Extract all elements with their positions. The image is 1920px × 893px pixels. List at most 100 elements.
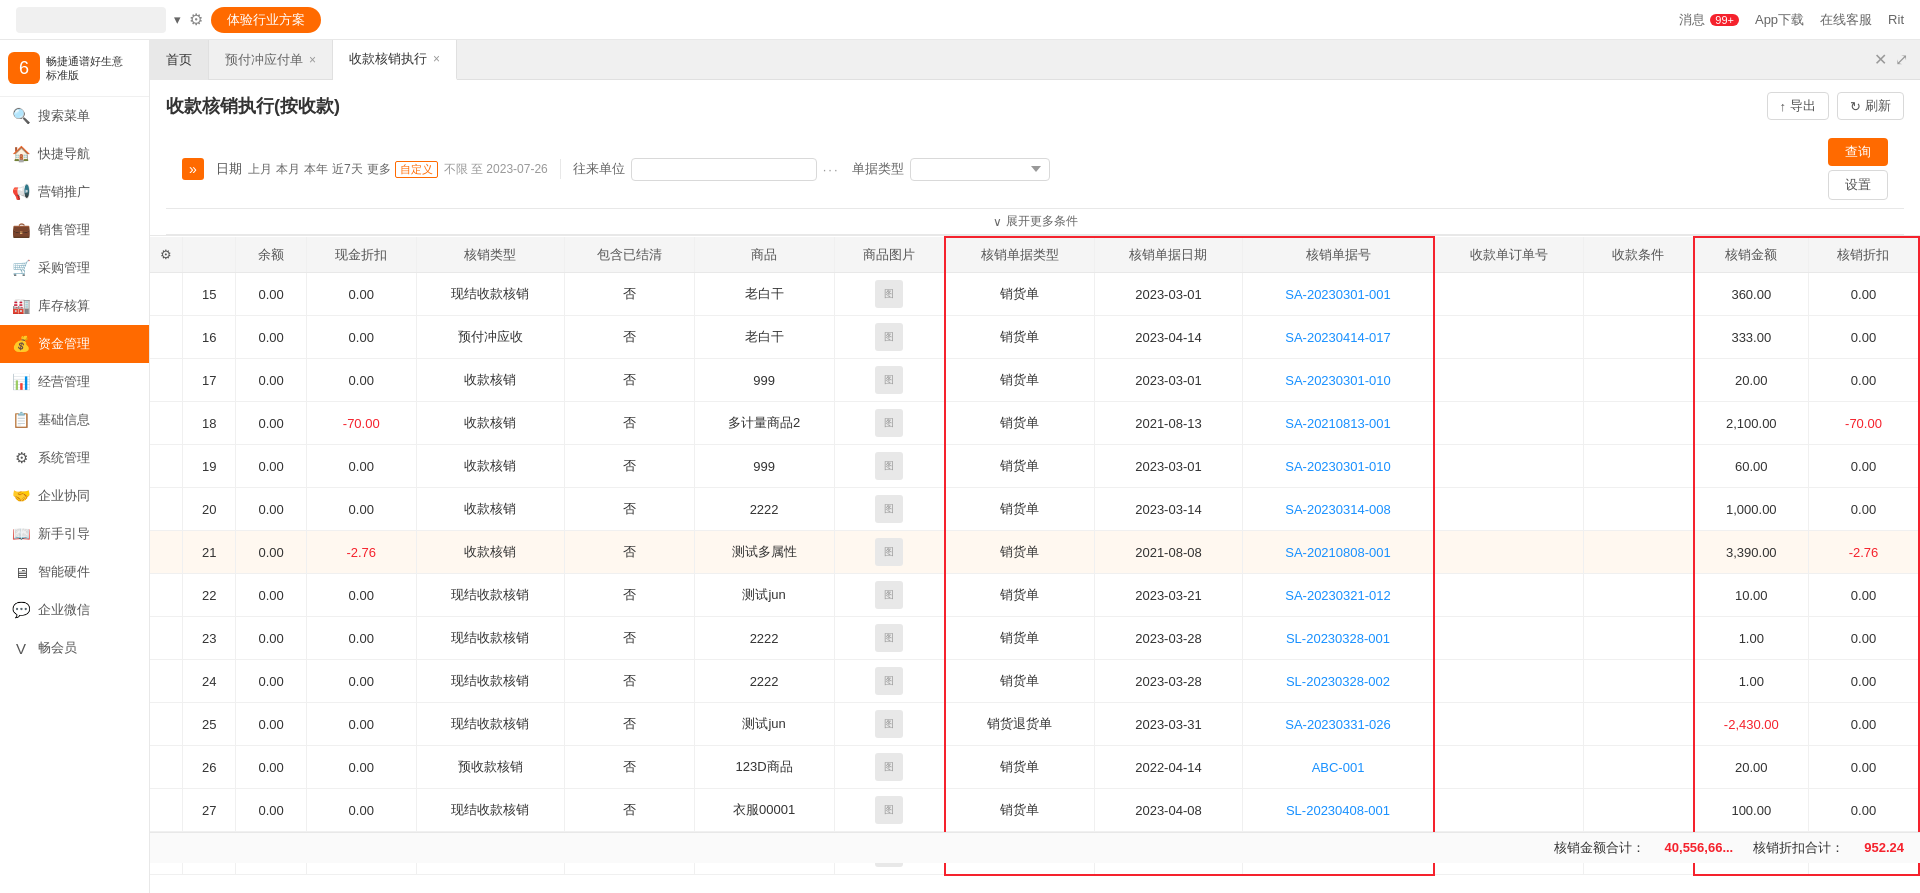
refresh-btn[interactable]: ↻ 刷新: [1837, 92, 1904, 120]
cell-writeoff-type: 现结收款核销: [416, 789, 565, 832]
gear-btn[interactable]: ⚙: [189, 10, 203, 29]
writeoff-no-link[interactable]: SA-20230331-026: [1285, 717, 1391, 732]
date-this-month[interactable]: 本月: [276, 161, 300, 178]
date-7days[interactable]: 近7天: [332, 161, 363, 178]
writeoff-no-link[interactable]: SA-20230301-001: [1285, 287, 1391, 302]
tab-label-prepaid: 预付冲应付单: [225, 51, 303, 69]
cell-seq: 21: [183, 531, 236, 574]
query-btn[interactable]: 查询: [1828, 138, 1888, 166]
sidebar-item-smart-hardware[interactable]: 🖥 智能硬件: [0, 553, 149, 591]
cell-receipt-order-no: [1434, 660, 1584, 703]
date-more[interactable]: 更多: [367, 161, 391, 178]
sidebar-item-search[interactable]: 🔍 搜索菜单: [0, 97, 149, 135]
tab-close-receipt-writeoff[interactable]: ×: [433, 52, 440, 66]
sidebar-item-member[interactable]: V 畅会员: [0, 629, 149, 667]
expand-more-btn[interactable]: ∨ 展开更多条件: [993, 213, 1078, 230]
cell-writeoff-discount: 0.00: [1808, 703, 1919, 746]
writeoff-no-link[interactable]: SA-20230321-012: [1285, 588, 1391, 603]
cell-writeoff-date: 2023-03-01: [1094, 359, 1243, 402]
export-btn[interactable]: ↑ 导出: [1767, 92, 1830, 120]
writeoff-no-link[interactable]: SL-20230408-001: [1286, 803, 1390, 818]
tab-receipt-writeoff[interactable]: 收款核销执行 ×: [333, 40, 457, 80]
sidebar-item-system[interactable]: ⚙ 系统管理: [0, 439, 149, 477]
cell-writeoff-date: 2023-03-21: [1094, 574, 1243, 617]
writeoff-no-link[interactable]: SA-20230414-017: [1285, 330, 1391, 345]
cell-writeoff-type: 现结收款核销: [416, 703, 565, 746]
cell-writeoff-date: 2023-03-01: [1094, 445, 1243, 488]
cell-product: 999: [694, 359, 834, 402]
cell-writeoff-discount: 0.00: [1808, 359, 1919, 402]
industry-btn[interactable]: 体验行业方案: [211, 7, 321, 33]
writeoff-no-link[interactable]: SL-20230328-002: [1286, 674, 1390, 689]
counterparty-input[interactable]: [631, 158, 817, 181]
table-header-row: ⚙ 余额 现金折扣 核销类型 包含已结清 商品 商品图片 核销单据类型 核销单据…: [150, 237, 1919, 273]
cell-product-img: 图: [834, 273, 944, 316]
cell-receipt-order-no: [1434, 402, 1584, 445]
cell-settings: [150, 746, 183, 789]
sidebar-item-purchase[interactable]: 🛒 采购管理: [0, 249, 149, 287]
app-download-link[interactable]: App下载: [1755, 11, 1804, 29]
sidebar-items: 🔍 搜索菜单 🏠 快捷导航 📢 营销推广 💼 销售管理 🛒 采购管理 🏭 库存核…: [0, 97, 149, 667]
date-prev-month[interactable]: 上月: [248, 161, 272, 178]
sidebar-item-finance[interactable]: 💰 资金管理: [0, 325, 149, 363]
sidebar-item-basic-info[interactable]: 📋 基础信息: [0, 401, 149, 439]
message-item[interactable]: 消息 99+: [1679, 11, 1739, 29]
cell-receipt-condition: [1583, 273, 1693, 316]
cell-cash-discount: 0.00: [306, 746, 416, 789]
tab-home[interactable]: 首页: [150, 40, 209, 80]
cell-product: 999: [694, 445, 834, 488]
date-options: 上月 本月 本年 近7天 更多 自定义: [248, 161, 438, 178]
sidebar-item-quick-nav[interactable]: 🏠 快捷导航: [0, 135, 149, 173]
writeoff-no-link[interactable]: SA-20230301-010: [1285, 373, 1391, 388]
cell-balance: 0.00: [236, 617, 307, 660]
writeoff-no-link[interactable]: SA-20230314-008: [1285, 502, 1391, 517]
cell-balance: 0.00: [236, 574, 307, 617]
online-service-link[interactable]: 在线客服: [1820, 11, 1872, 29]
maximize-icon[interactable]: ⤢: [1895, 50, 1908, 69]
sidebar-item-enterprise[interactable]: 🤝 企业协同: [0, 477, 149, 515]
voucher-type-select[interactable]: [910, 158, 1050, 181]
sidebar-icon-quick-nav: 🏠: [12, 145, 30, 163]
dropdown-btn[interactable]: ▾: [174, 12, 181, 27]
date-custom[interactable]: 自定义: [395, 161, 438, 178]
col-header-product: 商品: [694, 237, 834, 273]
cell-settings: [150, 703, 183, 746]
cell-writeoff-amount: 1.00: [1694, 617, 1809, 660]
refresh-icon: ↻: [1850, 99, 1861, 114]
voucher-type-filter: 单据类型: [852, 158, 1050, 181]
date-this-year[interactable]: 本年: [304, 161, 328, 178]
tab-prepaid[interactable]: 预付冲应付单 ×: [209, 40, 333, 80]
cell-receipt-order-no: [1434, 488, 1584, 531]
close-tab-icon[interactable]: ✕: [1874, 50, 1887, 69]
cell-receipt-condition: [1583, 703, 1693, 746]
sidebar-item-guide[interactable]: 📖 新手引导: [0, 515, 149, 553]
cell-included-settled: 否: [565, 402, 694, 445]
cell-receipt-condition: [1583, 531, 1693, 574]
sidebar-label-marketing: 营销推广: [38, 183, 90, 201]
sidebar-item-wechat[interactable]: 💬 企业微信: [0, 591, 149, 629]
filter-expand-btn[interactable]: »: [182, 158, 204, 180]
cell-writeoff-voucher-type: 销货单: [945, 531, 1095, 574]
col-header-settings[interactable]: ⚙: [150, 237, 183, 273]
writeoff-no-link[interactable]: SA-20210813-001: [1285, 416, 1391, 431]
cell-writeoff-date: 2023-03-28: [1094, 660, 1243, 703]
sidebar-item-operations[interactable]: 📊 经营管理: [0, 363, 149, 401]
sidebar-item-inventory[interactable]: 🏭 库存核算: [0, 287, 149, 325]
tab-close-prepaid[interactable]: ×: [309, 53, 316, 67]
writeoff-no-link[interactable]: SA-20210808-001: [1285, 545, 1391, 560]
cell-balance: 0.00: [236, 273, 307, 316]
user-name[interactable]: Rit: [1888, 12, 1904, 27]
page-header: 收款核销执行(按收款) ↑ 导出 ↻ 刷新 »: [150, 80, 1920, 236]
window-controls[interactable]: ✕ ⤢: [1862, 50, 1920, 69]
cell-receipt-order-no: [1434, 574, 1584, 617]
writeoff-no-link[interactable]: SL-20230328-001: [1286, 631, 1390, 646]
writeoff-no-link[interactable]: SA-20230301-010: [1285, 459, 1391, 474]
writeoff-no-link[interactable]: ABC-001: [1312, 760, 1365, 775]
setting-btn[interactable]: 设置: [1828, 170, 1888, 200]
tab-label-receipt-writeoff: 收款核销执行: [349, 50, 427, 68]
sidebar-item-sales[interactable]: 💼 销售管理: [0, 211, 149, 249]
sidebar-icon-finance: 💰: [12, 335, 30, 353]
sidebar-item-marketing[interactable]: 📢 营销推广: [0, 173, 149, 211]
col-header-included-settled: 包含已结清: [565, 237, 694, 273]
cell-writeoff-type: 收款核销: [416, 445, 565, 488]
